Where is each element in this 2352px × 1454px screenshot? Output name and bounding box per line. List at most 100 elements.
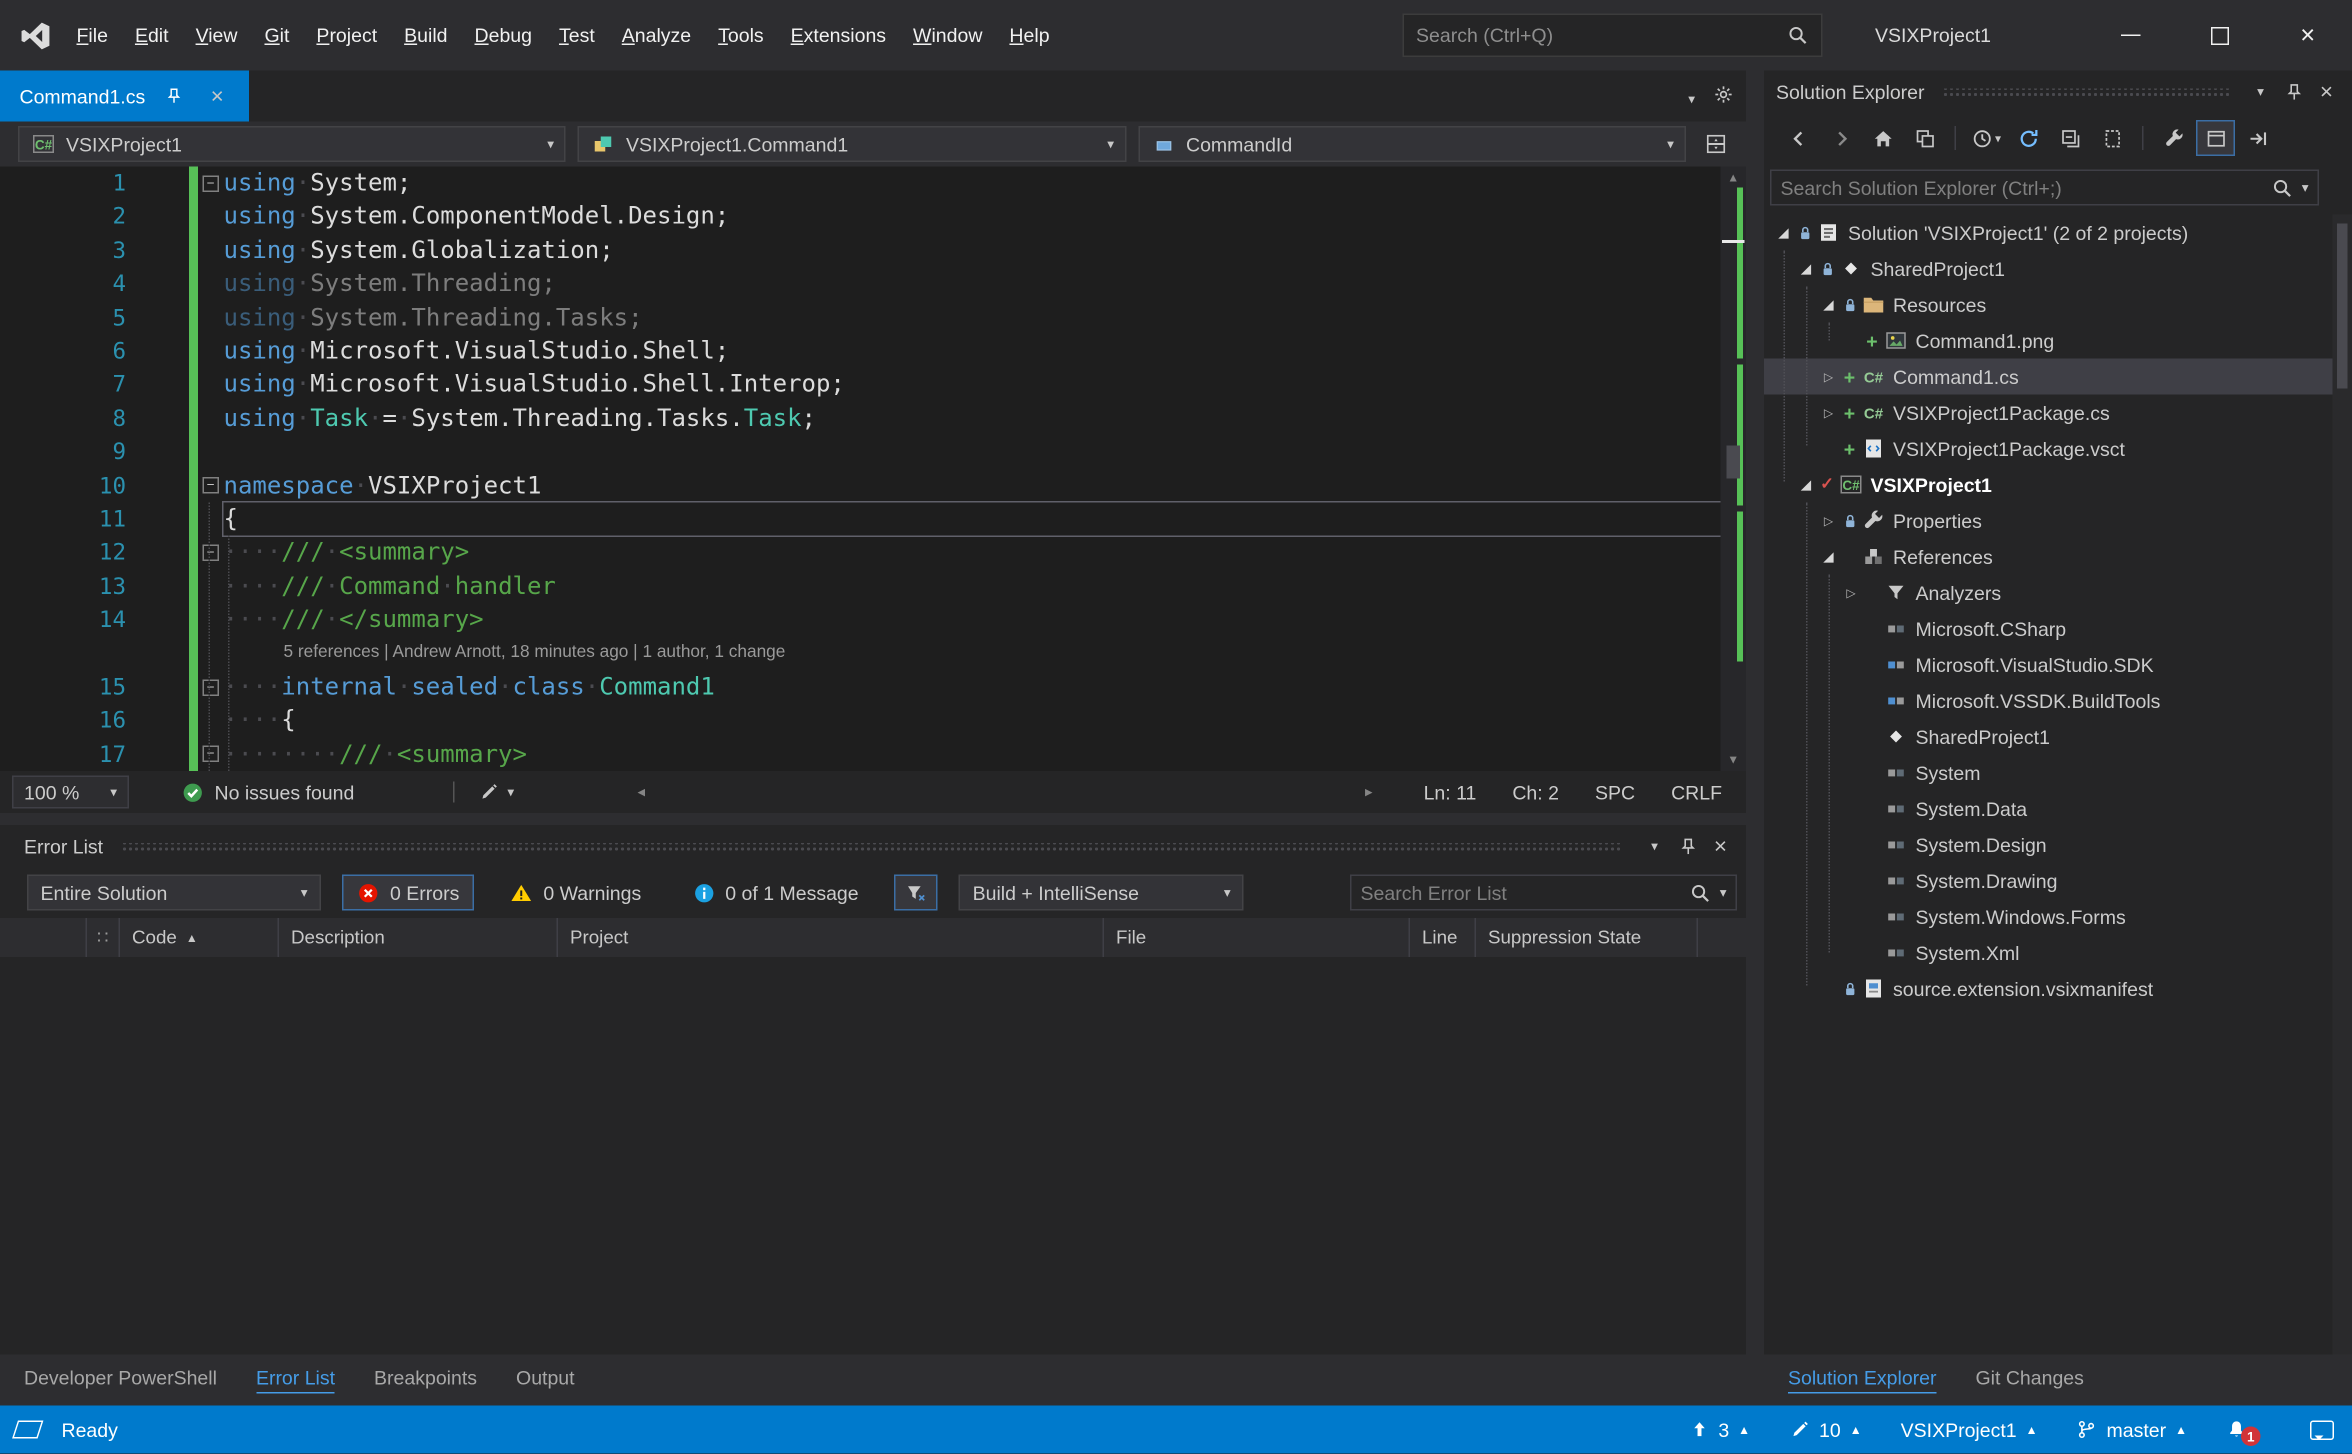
tree-item-microsoft-vssdk-buildtools[interactable]: Microsoft.VSSDK.BuildTools xyxy=(1764,683,2352,719)
tree-item-system-drawing[interactable]: System.Drawing xyxy=(1764,863,2352,899)
scroll-right-icon[interactable]: ▸ xyxy=(1365,784,1373,801)
pin-icon[interactable] xyxy=(1671,830,1704,863)
gear-icon[interactable] xyxy=(1713,83,1734,109)
code-line[interactable]: using·System.Threading; xyxy=(224,267,1721,301)
close-icon[interactable]: × xyxy=(1704,830,1737,863)
column-indicator[interactable]: Ch: 2 xyxy=(1512,781,1559,804)
properties-icon[interactable] xyxy=(2154,120,2193,156)
outgoing-commits-button[interactable]: 3 ▲ xyxy=(1688,1418,1750,1441)
scroll-down-icon[interactable]: ▼ xyxy=(1721,753,1747,767)
menu-file[interactable]: File xyxy=(63,15,121,56)
close-icon[interactable]: × xyxy=(201,80,234,113)
pending-changes-filter-icon[interactable]: ▾ xyxy=(1967,120,2006,156)
source-filter-dropdown[interactable]: Build + IntelliSense ▾ xyxy=(959,874,1245,911)
panel-splitter[interactable] xyxy=(0,813,1746,825)
code-line[interactable]: using·System; xyxy=(224,167,1721,201)
scrollbar-thumb[interactable] xyxy=(1726,445,1740,479)
document-health-indicator[interactable]: No issues found xyxy=(180,780,354,804)
expander-icon[interactable]: ◢ xyxy=(1796,260,1817,277)
code-line[interactable]: using·System.Globalization; xyxy=(224,234,1721,268)
tree-item-command1-cs[interactable]: ▷ + C# Command1.cs xyxy=(1764,358,2352,395)
spaces-indicator[interactable]: SPC xyxy=(1595,781,1635,804)
panel-tab-git-changes[interactable]: Git Changes xyxy=(1976,1367,2084,1394)
code-line[interactable]: using·Microsoft.VisualStudio.Shell.Inter… xyxy=(224,368,1721,402)
panel-tab-output[interactable]: Output xyxy=(516,1367,575,1394)
severity-column-header[interactable]: ∷ xyxy=(87,918,120,957)
tree-item-system-xml[interactable]: System.Xml xyxy=(1764,935,2352,971)
tree-item-microsoft-visualstudio-sdk[interactable]: Microsoft.VisualStudio.SDK xyxy=(1764,647,2352,683)
close-button[interactable]: × xyxy=(2264,0,2352,71)
sync-with-active-document-icon[interactable] xyxy=(2238,120,2277,156)
split-window-icon[interactable] xyxy=(1698,132,1734,156)
code-line[interactable]: ····{ xyxy=(224,704,1721,738)
expander-icon[interactable]: ▷ xyxy=(1818,370,1839,384)
tree-item-analyzers[interactable]: ▷ Analyzers xyxy=(1764,575,2352,611)
line-indicator[interactable]: Ln: 11 xyxy=(1424,781,1477,804)
menu-debug[interactable]: Debug xyxy=(461,15,545,56)
filter-button[interactable] xyxy=(894,874,939,911)
navigate-forward-icon[interactable] xyxy=(1821,120,1860,156)
menu-test[interactable]: Test xyxy=(545,15,608,56)
error-list-body[interactable] xyxy=(0,957,1746,1355)
code-line[interactable]: ········///·<summary> xyxy=(224,737,1721,771)
pin-icon[interactable] xyxy=(2277,75,2310,108)
code-line[interactable]: ····///·Command·handler xyxy=(224,570,1721,604)
vertical-scrollbar[interactable]: ▲ ▼ xyxy=(1720,166,1747,771)
errors-toggle[interactable]: 0 Errors xyxy=(342,874,475,911)
vertical-splitter[interactable] xyxy=(1746,70,1764,1406)
tab-command1-cs[interactable]: Command1.cs × xyxy=(0,70,249,122)
code-line[interactable]: { xyxy=(222,500,1722,538)
quick-search-box[interactable] xyxy=(1402,13,1823,57)
solution-explorer-search[interactable]: ▾ xyxy=(1770,169,2319,206)
column-header-line[interactable]: Line xyxy=(1410,918,1476,957)
fold-marker[interactable]: − xyxy=(198,670,224,704)
edit-indicator[interactable]: ▾ xyxy=(479,782,514,803)
expander-icon[interactable]: ▷ xyxy=(1818,406,1839,420)
column-header-description[interactable]: Description xyxy=(279,918,558,957)
panel-tab-breakpoints[interactable]: Breakpoints xyxy=(374,1367,477,1394)
menu-view[interactable]: View xyxy=(182,15,251,56)
code-line[interactable] xyxy=(224,435,1721,469)
expander-icon[interactable]: ◢ xyxy=(1773,224,1794,241)
collapse-all-icon[interactable] xyxy=(2051,120,2090,156)
code-editor[interactable]: 1− using·System; 2 using·System.ComponentMo… xyxy=(0,166,1747,771)
code-line[interactable]: ····internal·sealed·class·Command1 xyxy=(224,670,1721,704)
tree-item-system-data[interactable]: System.Data xyxy=(1764,791,2352,827)
tree-item-microsoft-csharp[interactable]: Microsoft.CSharp xyxy=(1764,611,2352,647)
menu-extensions[interactable]: Extensions xyxy=(777,15,899,56)
codelens[interactable]: 5 references | Andrew Arnott, 18 minutes… xyxy=(224,637,1747,671)
pin-icon[interactable] xyxy=(157,80,190,113)
solution-explorer-scrollbar[interactable] xyxy=(2332,214,2352,1355)
refresh-icon[interactable] xyxy=(2009,120,2048,156)
error-list-search-input[interactable] xyxy=(1360,881,1681,904)
tree-item-vsixproject1[interactable]: ◢ ✓ C# VSIXProject1 xyxy=(1764,467,2352,503)
fold-marker[interactable]: − xyxy=(198,536,224,570)
scroll-left-icon[interactable]: ◂ xyxy=(638,784,646,801)
tree-item-sharedproject1[interactable]: SharedProject1 xyxy=(1764,719,2352,755)
repository-picker[interactable]: VSIXProject1 ▲ xyxy=(1901,1418,2038,1441)
scope-filter-dropdown[interactable]: Entire Solution ▾ xyxy=(27,874,321,911)
menu-analyze[interactable]: Analyze xyxy=(608,15,704,56)
switch-views-icon[interactable] xyxy=(1905,120,1944,156)
menu-window[interactable]: Window xyxy=(900,15,996,56)
panel-tab-error-list[interactable]: Error List xyxy=(255,1367,336,1394)
notifications-bell[interactable]: 1 xyxy=(2226,1419,2261,1447)
expander-icon[interactable]: ◢ xyxy=(1796,476,1817,493)
drag-grip[interactable] xyxy=(121,842,1623,853)
menu-help[interactable]: Help xyxy=(996,15,1063,56)
code-line[interactable]: using·System.ComponentModel.Design; xyxy=(224,200,1721,234)
home-icon[interactable] xyxy=(1863,120,1902,156)
column-header-project[interactable]: Project xyxy=(558,918,1104,957)
maximize-button[interactable] xyxy=(2175,0,2264,71)
fold-marker[interactable]: − xyxy=(198,167,224,201)
menu-edit[interactable]: Edit xyxy=(121,15,182,56)
horizontal-scrollbar[interactable]: ◂ ▸ xyxy=(638,771,1373,813)
feedback-icon[interactable] xyxy=(2310,1419,2334,1440)
tree-item-resources[interactable]: ◢ Resources xyxy=(1764,287,2352,323)
tree-item-references[interactable]: ◢ References xyxy=(1764,539,2352,575)
menu-git[interactable]: Git xyxy=(251,15,303,56)
tree-item-vsixproject1package-cs[interactable]: ▷ + C# VSIXProject1Package.cs xyxy=(1764,395,2352,431)
warnings-toggle[interactable]: 0 Warnings xyxy=(495,875,656,911)
tree-item-vsixproject1package-vsct[interactable]: + VSIXProject1Package.vsct xyxy=(1764,431,2352,467)
code-line[interactable]: ····///·</summary> xyxy=(224,603,1721,637)
